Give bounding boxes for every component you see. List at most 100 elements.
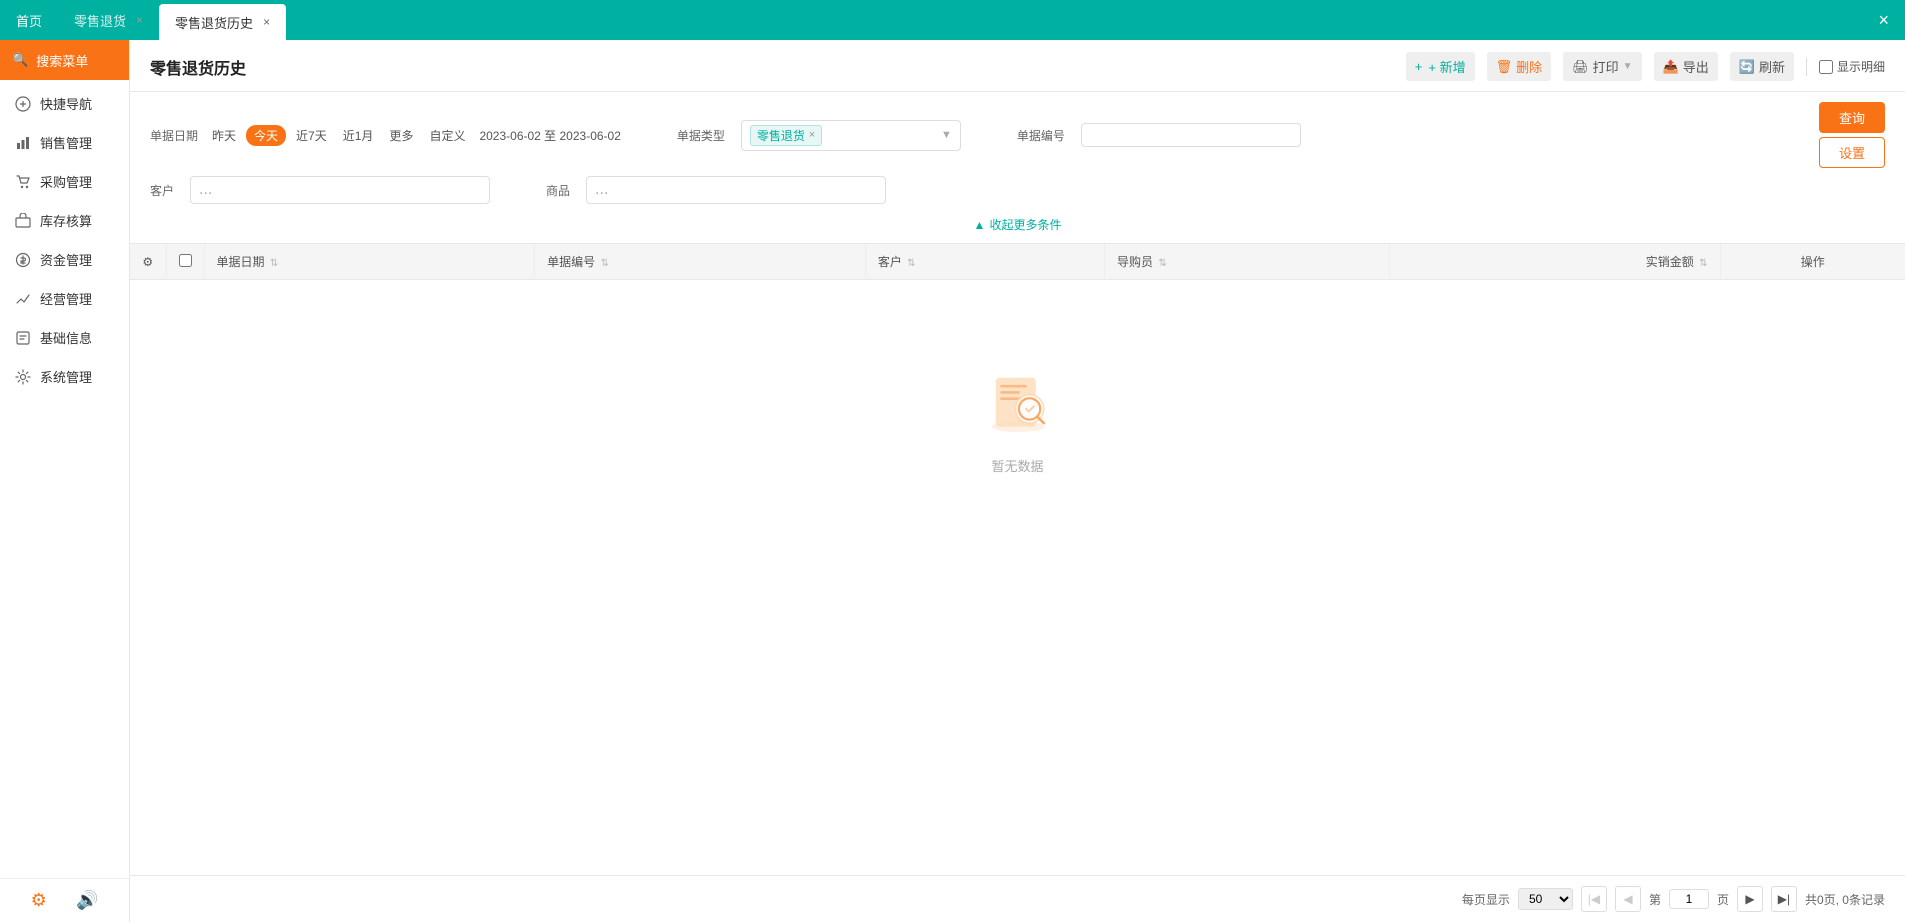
tab-retail-return-history-label: 零售退货历史 xyxy=(175,13,253,32)
display-detail-checkbox[interactable] xyxy=(1819,60,1833,74)
sidebar-item-quick-nav[interactable]: 快捷导航 xyxy=(0,84,129,123)
add-icon: + xyxy=(1415,59,1423,74)
date-btn-7days[interactable]: 近7天 xyxy=(290,125,333,146)
th-amount-label: 实销金额 xyxy=(1646,255,1694,269)
add-button[interactable]: + + 新增 xyxy=(1406,52,1475,81)
empty-state-cell: 暂无数据 xyxy=(130,280,1905,556)
ops-icon xyxy=(14,290,32,308)
tab-home[interactable]: 首页 xyxy=(0,0,58,40)
sidebar-item-ops[interactable]: 经营管理 xyxy=(0,279,129,318)
date-btn-today[interactable]: 今天 xyxy=(246,125,286,146)
settings-icon[interactable]: ⚙ xyxy=(31,890,47,911)
sidebar-item-sales-label: 销售管理 xyxy=(40,133,92,152)
delete-button[interactable]: 🗑 删除 xyxy=(1487,52,1552,81)
display-detail-label[interactable]: 显示明细 xyxy=(1837,58,1885,75)
goods-select[interactable]: ... xyxy=(586,176,886,204)
th-order-sort-icon[interactable]: ⇅ xyxy=(601,258,609,269)
tab-retail-return-history[interactable]: 零售退货历史 × xyxy=(159,4,286,40)
sidebar-item-sys-mgmt[interactable]: 系统管理 xyxy=(0,357,129,396)
display-switch: 显示明细 xyxy=(1819,58,1885,75)
column-settings-icon[interactable]: ⚙ xyxy=(142,255,153,269)
print-button[interactable]: 🖨 打印 ▼ xyxy=(1563,52,1641,81)
customer-ellipsis: ... xyxy=(199,181,212,199)
page-total-info: 共0页, 0条记录 xyxy=(1805,891,1885,908)
window-close-button[interactable]: × xyxy=(1878,10,1889,30)
sales-mgmt-icon xyxy=(14,134,32,152)
sidebar-search[interactable]: 🔍 搜索菜单 xyxy=(0,40,129,80)
th-date-sort-icon[interactable]: ⇅ xyxy=(270,258,278,269)
th-customer-sort-icon[interactable]: ⇅ xyxy=(907,258,915,269)
date-btn-1month[interactable]: 近1月 xyxy=(337,125,380,146)
th-amount-sort-icon[interactable]: ⇅ xyxy=(1699,258,1707,269)
table-container: ⚙ 单据日期 ⇅ 单据编号 ⇅ xyxy=(130,244,1905,875)
sidebar-item-purchase-mgmt[interactable]: 采购管理 xyxy=(0,162,129,201)
date-filter-group: 单据日期 昨天 今天 近7天 近1月 更多 自定义 2023-06-02 至 2… xyxy=(150,125,621,146)
query-button[interactable]: 查询 xyxy=(1819,102,1885,133)
order-num-input[interactable] xyxy=(1081,123,1301,147)
type-tag-remove[interactable]: × xyxy=(809,129,815,141)
date-btn-custom[interactable]: 自定义 xyxy=(423,125,471,146)
type-tag: 零售退货 × xyxy=(750,125,822,146)
page-suffix: 页 xyxy=(1717,891,1729,908)
sidebar-bottom: ⚙ 🔊 xyxy=(0,878,129,922)
page-first-button[interactable]: |◀ xyxy=(1581,886,1607,912)
th-guide: 导购员 ⇅ xyxy=(1104,244,1389,280)
type-select-chevron: ▼ xyxy=(941,129,952,141)
date-btn-more[interactable]: 更多 xyxy=(383,125,419,146)
collapse-button[interactable]: ▲ 收起更多条件 xyxy=(974,216,1062,233)
sidebar: 🔍 搜索菜单 快捷导航 销售管理 采购管理 xyxy=(0,40,130,922)
sidebar-item-purchase-label: 采购管理 xyxy=(40,172,92,191)
finance-icon xyxy=(14,251,32,269)
select-all-checkbox[interactable] xyxy=(179,254,192,267)
table-body: 暂无数据 xyxy=(130,280,1905,556)
tab-retail-return-history-close[interactable]: × xyxy=(263,15,270,29)
date-range: 2023-06-02 至 2023-06-02 xyxy=(479,127,620,144)
empty-state-row: 暂无数据 xyxy=(130,280,1905,556)
refresh-icon: 🔄 xyxy=(1739,59,1755,75)
export-button[interactable]: 📤 导出 xyxy=(1654,52,1718,81)
tab-retail-return-close[interactable]: × xyxy=(136,13,143,27)
customer-filter-group: 客户 ... xyxy=(150,176,490,204)
order-num-label: 单据编号 xyxy=(1017,127,1065,144)
th-date-label: 单据日期 xyxy=(217,255,265,269)
th-customer: 客户 ⇅ xyxy=(865,244,1104,280)
th-guide-sort-icon[interactable]: ⇅ xyxy=(1158,258,1166,269)
sound-icon[interactable]: 🔊 xyxy=(76,890,98,911)
filter-row-date: 单据日期 昨天 今天 近7天 近1月 更多 自定义 2023-06-02 至 2… xyxy=(150,102,1885,168)
type-select[interactable]: 零售退货 × ▼ xyxy=(741,120,961,151)
empty-illustration xyxy=(978,360,1058,440)
quick-nav-icon xyxy=(14,95,32,113)
goods-ellipsis: ... xyxy=(595,181,608,199)
type-filter-group: 单据类型 零售退货 × ▼ xyxy=(677,120,961,151)
content-area: 零售退货历史 + + 新增 🗑 删除 🖨 打印 ▼ xyxy=(130,40,1905,922)
refresh-button[interactable]: 🔄 刷新 xyxy=(1730,52,1794,81)
table-wrapper: ⚙ 单据日期 ⇅ 单据编号 ⇅ xyxy=(130,244,1905,555)
sidebar-item-sys-label: 系统管理 xyxy=(40,367,92,386)
th-date: 单据日期 ⇅ xyxy=(204,244,535,280)
sys-mgmt-icon xyxy=(14,368,32,386)
sidebar-item-base-info[interactable]: 基础信息 xyxy=(0,318,129,357)
sidebar-item-sales-mgmt[interactable]: 销售管理 xyxy=(0,123,129,162)
th-order-no-label: 单据编号 xyxy=(547,255,595,269)
empty-text: 暂无数据 xyxy=(991,456,1043,475)
customer-select[interactable]: ... xyxy=(190,176,490,204)
base-info-icon xyxy=(14,329,32,347)
page-next-button[interactable]: ▶ xyxy=(1737,886,1763,912)
collapse-up-icon: ▲ xyxy=(974,218,986,232)
sidebar-item-inventory[interactable]: 库存核算 xyxy=(0,201,129,240)
page-prev-button[interactable]: ◀ xyxy=(1615,886,1641,912)
table-header-row: ⚙ 单据日期 ⇅ 单据编号 ⇅ xyxy=(130,244,1905,280)
sidebar-item-inventory-label: 库存核算 xyxy=(40,211,92,230)
date-btn-yesterday[interactable]: 昨天 xyxy=(206,125,242,146)
page-prefix: 第 xyxy=(1649,891,1661,908)
page-size-select[interactable]: 20 50 100 xyxy=(1518,888,1573,910)
sidebar-item-base-label: 基础信息 xyxy=(40,328,92,347)
top-bar: 首页 零售退货 × 零售退货历史 × × xyxy=(0,0,1905,40)
page-last-button[interactable]: ▶| xyxy=(1771,886,1797,912)
th-amount: 实销金额 ⇅ xyxy=(1389,244,1720,280)
set-button[interactable]: 设置 xyxy=(1819,137,1885,168)
tab-retail-return[interactable]: 零售退货 × xyxy=(58,0,159,40)
sidebar-item-finance-label: 资金管理 xyxy=(40,250,92,269)
page-input[interactable] xyxy=(1669,889,1709,909)
sidebar-item-finance[interactable]: 资金管理 xyxy=(0,240,129,279)
